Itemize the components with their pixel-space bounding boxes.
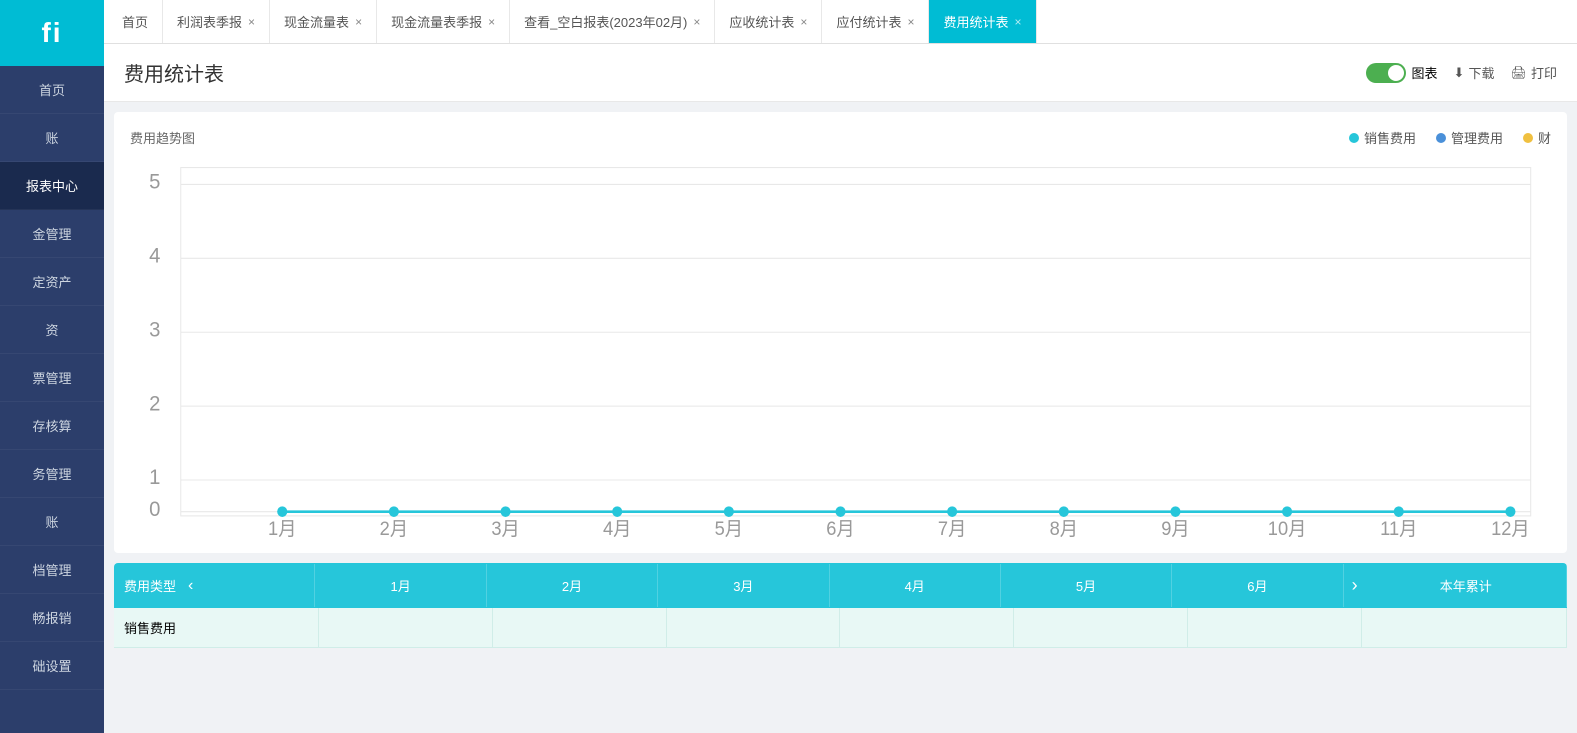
- tab-cashflow[interactable]: 现金流量表 ×: [270, 0, 377, 43]
- tab-cashflow-quarterly[interactable]: 现金流量表季报 ×: [377, 0, 510, 43]
- chart-section: 费用趋势图 销售费用 管理费用 财: [114, 112, 1567, 553]
- legend-dot-sales: [1349, 133, 1359, 143]
- th-month-6: 6月: [1172, 564, 1343, 607]
- svg-text:3月: 3月: [491, 518, 519, 537]
- th-month-1: 1月: [315, 564, 486, 607]
- chart-svg: 5 4 3 2 1 0: [130, 157, 1551, 537]
- svg-text:11月: 11月: [1380, 518, 1417, 537]
- svg-text:9月: 9月: [1161, 518, 1189, 537]
- legend-dot-finance: [1523, 133, 1533, 143]
- close-tab-payable[interactable]: ×: [907, 15, 914, 29]
- sidebar-item-cash-mgmt[interactable]: 金管理: [0, 210, 104, 258]
- page-title: 费用统计表: [124, 58, 224, 87]
- chart-title: 费用趋势图: [130, 128, 195, 147]
- legend-admin-expense: 管理费用: [1436, 128, 1503, 147]
- sidebar: fi 首页 账 报表中心 金管理 定资产 资 票管理 存核算 务管理 账 档管理…: [0, 0, 104, 733]
- print-button[interactable]: 🖨 打印: [1510, 63, 1557, 82]
- chart-area: 5 4 3 2 1 0: [130, 157, 1551, 537]
- toggle-label: 图表: [1412, 63, 1438, 82]
- sidebar-logo: fi: [0, 0, 104, 66]
- legend-finance-expense: 财: [1523, 128, 1551, 147]
- td-sales-m3: [667, 608, 841, 647]
- td-sales-m5: [1014, 608, 1188, 647]
- tab-profit-quarterly[interactable]: 利润表季报 ×: [163, 0, 270, 43]
- td-sales-m2: [493, 608, 667, 647]
- legend-label-admin: 管理费用: [1451, 128, 1503, 147]
- th-month-4: 4月: [830, 564, 1001, 607]
- svg-text:0: 0: [149, 498, 160, 521]
- svg-text:2: 2: [149, 392, 160, 415]
- sidebar-item-home[interactable]: 首页: [0, 66, 104, 114]
- svg-text:1: 1: [149, 466, 160, 489]
- tab-receivable[interactable]: 应收统计表 ×: [715, 0, 822, 43]
- td-type-sales: 销售费用: [114, 608, 319, 647]
- sidebar-item-report-center[interactable]: 报表中心: [0, 162, 104, 210]
- main-area: 首页 利润表季报 × 现金流量表 × 现金流量表季报 × 查看_空白报表(202…: [104, 0, 1577, 733]
- svg-text:10月: 10月: [1268, 518, 1307, 537]
- legend-label-sales: 销售费用: [1364, 128, 1416, 147]
- svg-text:12月: 12月: [1491, 518, 1530, 537]
- legend-label-finance: 财: [1538, 128, 1551, 147]
- td-sales-m4: [840, 608, 1014, 647]
- close-tab-profit-quarterly[interactable]: ×: [248, 15, 255, 29]
- svg-text:6月: 6月: [826, 518, 854, 537]
- svg-text:1月: 1月: [268, 518, 296, 537]
- svg-text:4: 4: [149, 244, 160, 267]
- chart-header: 费用趋势图 销售费用 管理费用 财: [130, 128, 1551, 147]
- th-month-5: 5月: [1001, 564, 1172, 607]
- download-icon: ⬇: [1454, 65, 1465, 81]
- chart-toggle-group: 图表: [1366, 63, 1438, 83]
- th-month-2: 2月: [487, 564, 658, 607]
- svg-text:7月: 7月: [938, 518, 966, 537]
- sidebar-item-ticket-mgmt[interactable]: 票管理: [0, 354, 104, 402]
- svg-text:8月: 8月: [1050, 518, 1078, 537]
- legend-dot-admin: [1436, 133, 1446, 143]
- td-sales-m6: [1188, 608, 1362, 647]
- th-type: 费用类型 ‹: [114, 564, 315, 607]
- page-header: 费用统计表 图表 ⬇ 下载 🖨 打印: [104, 44, 1577, 102]
- print-icon: 🖨: [1510, 65, 1527, 81]
- sidebar-item-account[interactable]: 账: [0, 114, 104, 162]
- sidebar-item-fixed-assets[interactable]: 定资产: [0, 258, 104, 306]
- close-tab-receivable[interactable]: ×: [800, 15, 807, 29]
- sidebar-item-invest[interactable]: 资: [0, 306, 104, 354]
- close-tab-cashflow-quarterly[interactable]: ×: [488, 15, 495, 29]
- svg-text:5: 5: [149, 170, 160, 193]
- tab-expense-stats[interactable]: 费用统计表 ×: [929, 0, 1036, 43]
- close-tab-cashflow[interactable]: ×: [355, 15, 362, 29]
- content-area: 费用统计表 图表 ⬇ 下载 🖨 打印 费用趋势图: [104, 44, 1577, 733]
- tab-blank-report[interactable]: 查看_空白报表(2023年02月) ×: [510, 0, 715, 43]
- svg-text:5月: 5月: [715, 518, 743, 537]
- th-summary: 本年累计: [1366, 564, 1567, 607]
- tab-home[interactable]: 首页: [108, 0, 163, 43]
- sidebar-item-archive-mgmt[interactable]: 档管理: [0, 546, 104, 594]
- tab-bar: 首页 利润表季报 × 现金流量表 × 现金流量表季报 × 查看_空白报表(202…: [104, 0, 1577, 44]
- table-section: 费用类型 ‹ 1月 2月 3月 4月 5月 6月 › 本年累计 销售费用: [114, 563, 1567, 723]
- sidebar-item-base-settings[interactable]: 础设置: [0, 642, 104, 690]
- td-sales-m1: [319, 608, 493, 647]
- close-tab-blank-report[interactable]: ×: [693, 15, 700, 29]
- tab-payable[interactable]: 应付统计表 ×: [822, 0, 929, 43]
- legend-sales-expense: 销售费用: [1349, 128, 1416, 147]
- sidebar-item-ledger[interactable]: 账: [0, 498, 104, 546]
- svg-text:4月: 4月: [603, 518, 631, 537]
- chart-toggle[interactable]: [1366, 63, 1406, 83]
- sidebar-item-inventory[interactable]: 存核算: [0, 402, 104, 450]
- svg-text:3: 3: [149, 318, 160, 341]
- next-month-arrow[interactable]: ›: [1344, 563, 1366, 608]
- prev-month-arrow[interactable]: ‹: [184, 577, 197, 595]
- chart-legend: 销售费用 管理费用 财: [1349, 128, 1551, 147]
- table-row-sales: 销售费用: [114, 608, 1567, 648]
- svg-text:2月: 2月: [380, 518, 408, 537]
- close-tab-expense-stats[interactable]: ×: [1014, 15, 1021, 29]
- sidebar-item-service-mgmt[interactable]: 务管理: [0, 450, 104, 498]
- table-header-row: 费用类型 ‹ 1月 2月 3月 4月 5月 6月 › 本年累计: [114, 563, 1567, 608]
- sidebar-item-expense[interactable]: 畅报销: [0, 594, 104, 642]
- td-sales-total: [1362, 608, 1567, 647]
- header-actions: 图表 ⬇ 下载 🖨 打印: [1366, 63, 1557, 83]
- download-button[interactable]: ⬇ 下载: [1454, 63, 1495, 82]
- th-month-3: 3月: [658, 564, 829, 607]
